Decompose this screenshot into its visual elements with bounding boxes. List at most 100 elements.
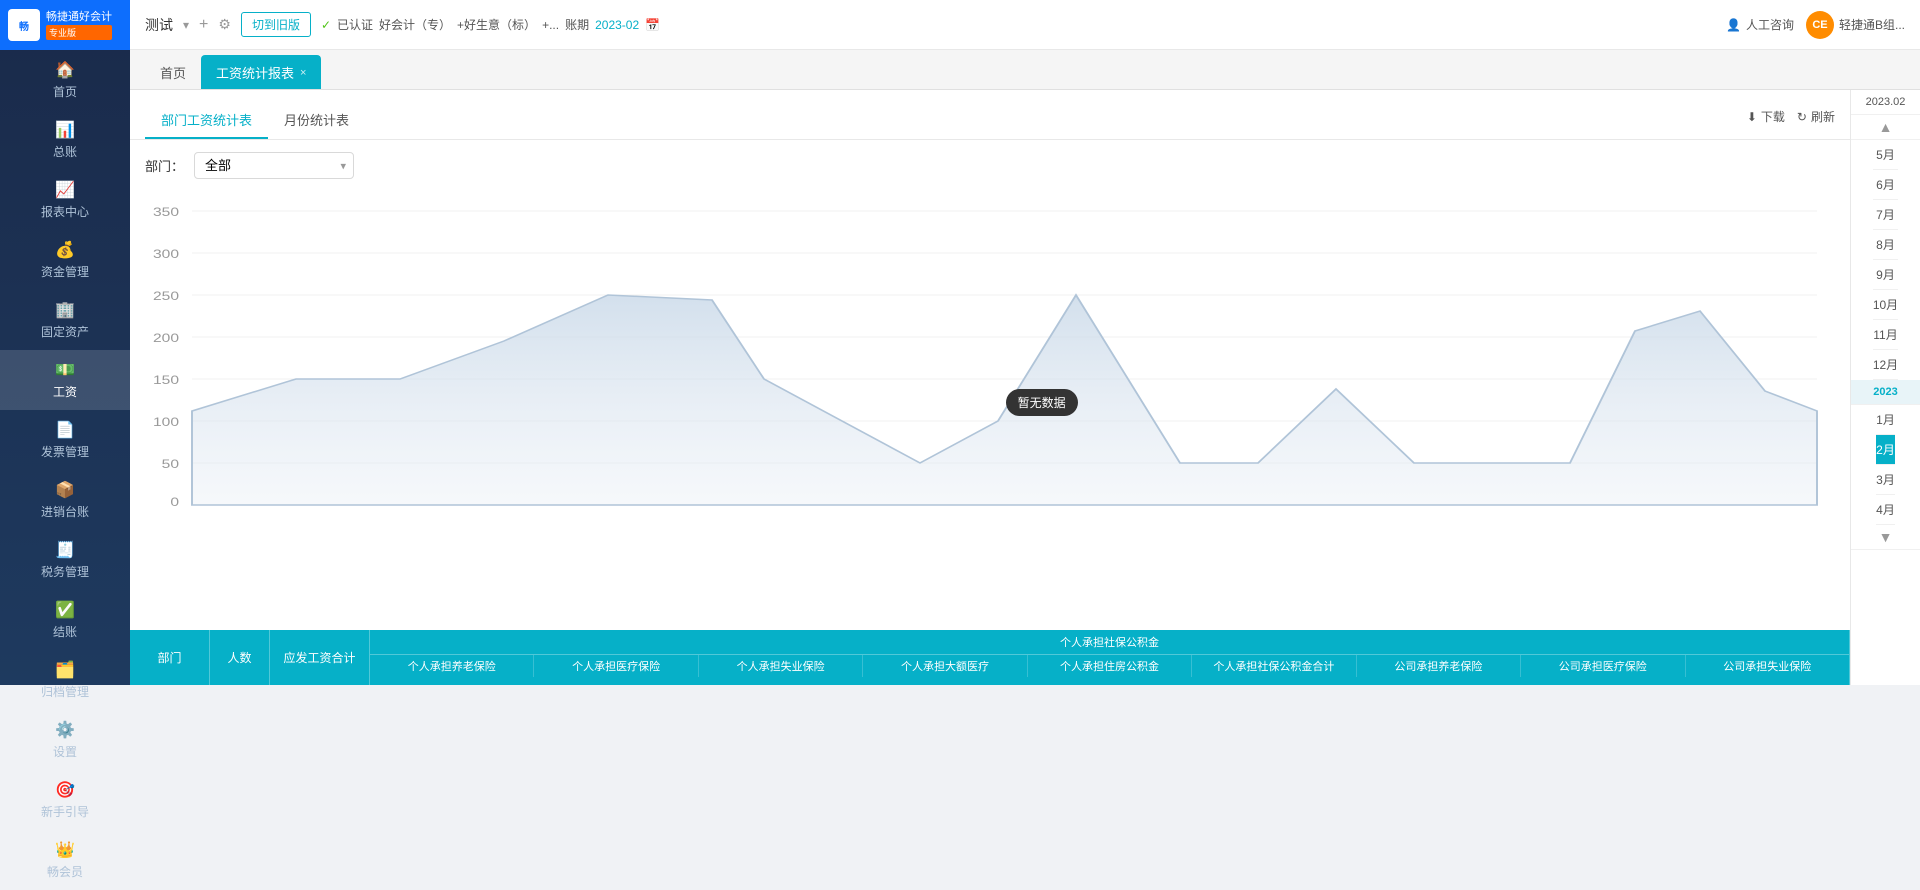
sidebar-item-归档管理[interactable]: 🗂️归档管理 xyxy=(0,650,130,710)
sidebar-icon-设置: ⚙️ xyxy=(55,720,75,740)
month-2023-1月[interactable]: 1月 xyxy=(1876,405,1895,435)
sidebar-label-报表中心: 报表中心 xyxy=(41,203,89,220)
logo-text: 畅捷通好会计 专业版 xyxy=(46,10,112,39)
sidebar-item-总账[interactable]: 📊 总账 xyxy=(0,110,130,170)
content-area: 部门工资统计表 月份统计表 ⬇ 下载 ↻ 刷新 部门： xyxy=(130,90,1920,685)
svg-text:0: 0 xyxy=(170,495,179,509)
sidebar-icon-工资: 💵 xyxy=(55,360,75,380)
tab-salary-report[interactable]: 工资统计报表 × xyxy=(201,55,321,89)
tab-home[interactable]: 首页 xyxy=(145,55,201,89)
th-personal-housing: 个人承担住房公积金 xyxy=(1028,655,1192,677)
sub-tabs-right: ⬇ 下载 ↻ 刷新 xyxy=(1747,108,1835,133)
filter-row: 部门： 全部 ▾ xyxy=(130,140,1850,191)
month-2023-2月[interactable]: 2月 xyxy=(1876,435,1895,465)
dept-filter-wrapper: 全部 ▾ xyxy=(194,152,354,179)
month-2022-12月[interactable]: 12月 xyxy=(1873,350,1898,380)
app-logo: 畅 畅捷通好会计 专业版 xyxy=(0,0,130,50)
sidebar-label-税务管理: 税务管理 xyxy=(41,563,89,580)
svg-text:50: 50 xyxy=(162,457,180,471)
help-label: 人工咨询 xyxy=(1746,16,1794,33)
help-btn[interactable]: 👤 人工咨询 xyxy=(1726,16,1794,33)
th-company-pension: 公司承担养老保险 xyxy=(1357,655,1521,677)
sidebar-item-报表中心[interactable]: 📈 报表中心 xyxy=(0,170,130,230)
topbar-arrow-icon: ▾ xyxy=(183,18,189,32)
sidebar-label-工资: 工资 xyxy=(53,383,77,400)
app-name: 畅捷通好会计 xyxy=(46,10,112,24)
dept-select[interactable]: 全部 xyxy=(194,152,354,179)
month-2022-8月[interactable]: 8月 xyxy=(1873,230,1898,260)
sidebar-label-总账: 总账 xyxy=(53,143,77,160)
month-2023-3月[interactable]: 3月 xyxy=(1876,465,1895,495)
year-2023-label: 2023 xyxy=(1851,380,1920,405)
sidebar-label-首页: 首页 xyxy=(53,83,77,100)
tab-close-btn[interactable]: × xyxy=(300,67,306,79)
sidebar-item-工资[interactable]: 💵 工资 xyxy=(0,350,130,410)
sidebar-item-设置[interactable]: ⚙️ 设置 xyxy=(0,710,130,770)
sidebar-item-资金管理[interactable]: 💰资金管理 xyxy=(0,230,130,290)
user-name: 轻捷通B组... xyxy=(1839,16,1905,33)
month-2022-6月[interactable]: 6月 xyxy=(1873,170,1898,200)
download-btn[interactable]: ⬇ 下载 xyxy=(1747,108,1785,125)
refresh-label: 刷新 xyxy=(1811,108,1835,125)
month-2022-9月[interactable]: 9月 xyxy=(1873,260,1898,290)
date-next-btn[interactable]: ▼ xyxy=(1851,525,1920,550)
switch-old-btn[interactable]: 切到旧版 xyxy=(241,12,311,37)
svg-text:350: 350 xyxy=(153,205,179,219)
th-total-salary: 应发工资合计 xyxy=(270,630,370,685)
sidebar-icon-畅会员: 👑 xyxy=(55,840,75,860)
topbar-right: 👤 人工咨询 CE 轻捷通B组... xyxy=(1726,11,1905,39)
sidebar-icon-总账: 📊 xyxy=(55,120,75,140)
sidebar-icon-进销台账: 📦 xyxy=(55,480,75,500)
user-menu[interactable]: CE 轻捷通B组... xyxy=(1806,11,1905,39)
sidebar-icon-首页: 🏠 xyxy=(55,60,75,80)
sidebar-icon-新手引导: 🎯 xyxy=(55,780,75,800)
month-2023-4月[interactable]: 4月 xyxy=(1876,495,1895,525)
th-personal-unemploy: 个人承担失业保险 xyxy=(699,655,863,677)
sidebar-item-发票管理[interactable]: 📄发票管理 xyxy=(0,410,130,470)
svg-text:250: 250 xyxy=(153,289,179,303)
status-business: +好生意（标） xyxy=(457,16,536,33)
sidebar-item-畅会员[interactable]: 👑畅会员 xyxy=(0,830,130,890)
date-prev-btn[interactable]: ▲ xyxy=(1851,115,1920,140)
refresh-btn[interactable]: ↻ 刷新 xyxy=(1797,108,1835,125)
month-2022-5月[interactable]: 5月 xyxy=(1873,140,1898,170)
sidebar-item-新手引导[interactable]: 🎯 新手引导 xyxy=(0,770,130,830)
date-year-display: 2023.02 xyxy=(1851,90,1920,115)
tabbar: 首页 工资统计报表 × xyxy=(130,50,1920,90)
sidebar-item-结账[interactable]: ✅结账 xyxy=(0,590,130,650)
sub-tabs-left: 部门工资统计表 月份统计表 xyxy=(145,102,365,139)
table-header: 部门 人数 应发工资合计 个人承担社保公积金 个人承担养老保险 个人承担医疗保险… xyxy=(130,630,1850,685)
refresh-icon: ↻ xyxy=(1797,110,1807,124)
sidebar-item-首页[interactable]: 🏠 首页 xyxy=(0,50,130,110)
chart-area: 350 300 250 200 150 100 50 0 xyxy=(130,191,1850,630)
month-2022-11月[interactable]: 11月 xyxy=(1873,320,1898,350)
topbar-settings-icon[interactable]: ⚙ xyxy=(218,16,231,33)
date-year-value: 2023.02 xyxy=(1866,96,1906,108)
sidebar-label-固定资产: 固定资产 xyxy=(41,323,89,340)
svg-text:200: 200 xyxy=(153,331,179,345)
sub-tab-month[interactable]: 月份统计表 xyxy=(268,102,365,139)
th-personal-label: 个人承担社保公积金 xyxy=(370,630,1849,655)
sidebar-label-归档管理: 归档管理 xyxy=(41,683,89,700)
th-personal-cols: 个人承担养老保险 个人承担医疗保险 个人承担失业保险 个人承担大额医疗 个人承担… xyxy=(370,655,1849,677)
main-panel: 部门工资统计表 月份统计表 ⬇ 下载 ↻ 刷新 部门： xyxy=(130,90,1850,685)
th-personal-total: 个人承担社保公积金合计 xyxy=(1192,655,1356,677)
sidebar-item-进销台账[interactable]: 📦进销台账 xyxy=(0,470,130,530)
sidebar-label-新手引导: 新手引导 xyxy=(41,803,89,820)
month-2022-10月[interactable]: 10月 xyxy=(1873,290,1898,320)
tab-salary-label: 工资统计报表 xyxy=(216,63,294,82)
dept-filter-label: 部门： xyxy=(145,156,184,175)
sidebar-item-固定资产[interactable]: 🏢固定资产 xyxy=(0,290,130,350)
help-icon: 👤 xyxy=(1726,18,1741,32)
download-label: 下载 xyxy=(1761,108,1785,125)
calendar-icon[interactable]: 📅 xyxy=(645,18,660,32)
topbar-add-icon[interactable]: + xyxy=(199,16,208,34)
sub-tab-dept[interactable]: 部门工资统计表 xyxy=(145,102,268,139)
sub-tabs: 部门工资统计表 月份统计表 ⬇ 下载 ↻ 刷新 xyxy=(130,90,1850,140)
sidebar-label-设置: 设置 xyxy=(53,743,77,760)
sidebar-icon-税务管理: 🧾 xyxy=(55,540,75,560)
th-headcount: 人数 xyxy=(210,630,270,685)
sidebar-item-税务管理[interactable]: 🧾 税务管理 xyxy=(0,530,130,590)
sidebar-icon-报表中心: 📈 xyxy=(55,180,75,200)
month-2022-7月[interactable]: 7月 xyxy=(1873,200,1898,230)
